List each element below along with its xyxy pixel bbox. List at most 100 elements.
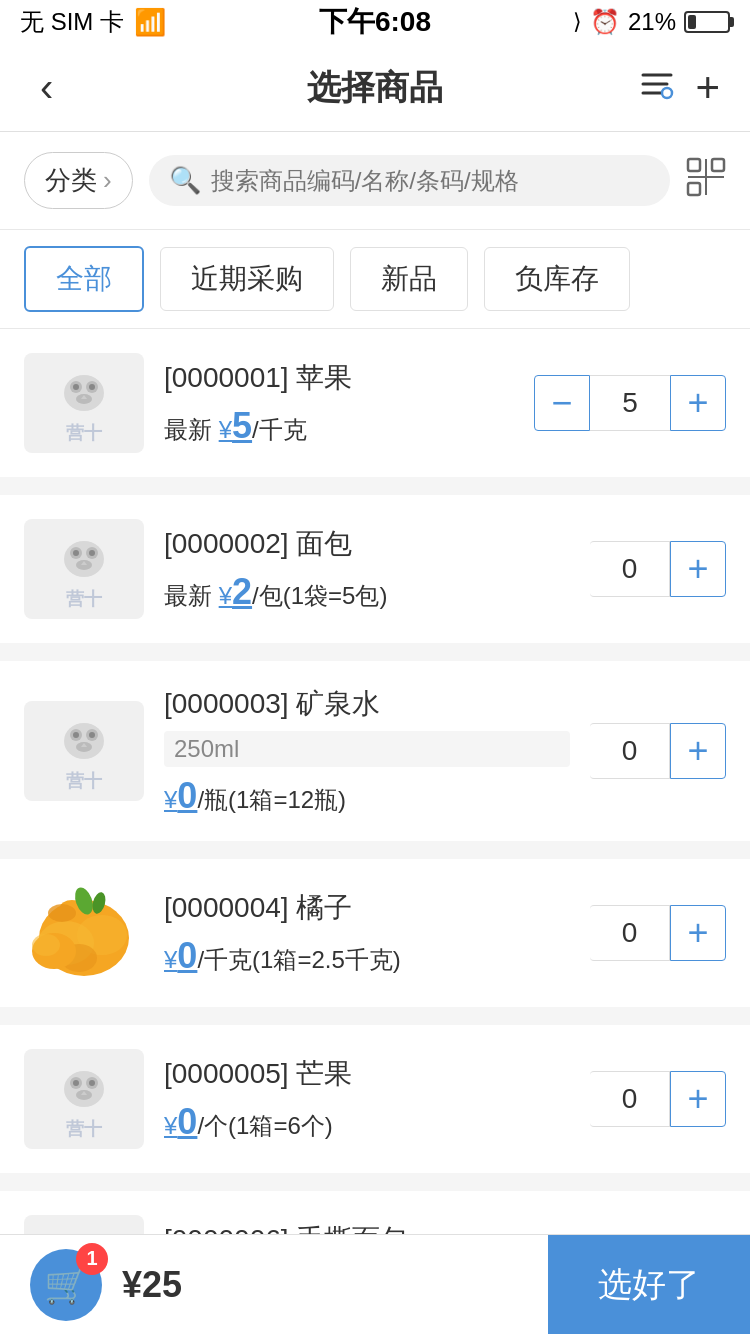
svg-point-43 — [73, 1080, 79, 1086]
filter-bar: 分类 › 🔍 — [0, 132, 750, 230]
add-button[interactable]: + — [695, 64, 720, 112]
svg-point-39 — [32, 934, 60, 956]
product-price-2: 最新 ¥2/包(1袋=5包) — [164, 571, 570, 613]
product-item-1: 营十 [0000001] 苹果 最新 ¥5/千克 − + — [0, 329, 750, 477]
increase-button-1[interactable]: + — [670, 375, 726, 431]
tab-all[interactable]: 全部 — [24, 246, 144, 312]
increase-button-2[interactable]: + — [670, 541, 726, 597]
product-info-4: [0000004] 橘子 ¥0/千克(1箱=2.5千克) — [164, 889, 570, 977]
product-info-5: [0000005] 芒果 ¥0/个(1箱=6个) — [164, 1055, 570, 1143]
search-input[interactable] — [211, 167, 650, 195]
owl-logo-icon-2 — [54, 527, 114, 587]
product-item-3: 营十 [0000003] 矿泉水 250ml ¥0/瓶(1箱=12瓶) + — [0, 661, 750, 841]
product-item-2: 营十 [0000002] 面包 最新 ¥2/包(1袋=5包) + — [0, 495, 750, 643]
quantity-input-2[interactable] — [590, 541, 670, 597]
scan-icon[interactable] — [686, 157, 726, 205]
increase-button-4[interactable]: + — [670, 905, 726, 961]
svg-point-20 — [89, 550, 95, 556]
product-name-2: [0000002] 面包 — [164, 525, 570, 563]
svg-point-12 — [73, 384, 79, 390]
owl-logo-icon — [54, 361, 114, 421]
back-button[interactable]: ‹ — [30, 55, 63, 120]
owl-logo-icon-5 — [54, 1057, 114, 1117]
svg-rect-5 — [712, 159, 724, 171]
tab-recent-purchase[interactable]: 近期采购 — [160, 247, 334, 311]
status-time: 下午6:08 — [319, 3, 431, 41]
product-image-4 — [24, 883, 144, 983]
tab-new[interactable]: 新品 — [350, 247, 468, 311]
product-image-5: 营十 — [24, 1049, 144, 1149]
tab-bar: 全部 近期采购 新品 负库存 — [0, 230, 750, 329]
category-label: 分类 — [45, 163, 97, 198]
product-controls-2: + — [590, 541, 726, 597]
battery-percent: 21% — [628, 8, 676, 36]
product-controls-3: + — [590, 723, 726, 779]
product-name-5: [0000005] 芒果 — [164, 1055, 570, 1093]
confirm-button[interactable]: 选好了 — [548, 1235, 750, 1334]
orange-fruit-image — [24, 883, 144, 983]
decrease-button-1[interactable]: − — [534, 375, 590, 431]
product-controls-1: − + — [534, 375, 726, 431]
svg-point-13 — [89, 384, 95, 390]
owl-logo-icon-3 — [54, 709, 114, 769]
product-price-5: ¥0/个(1箱=6个) — [164, 1101, 570, 1143]
svg-point-3 — [662, 88, 672, 98]
nav-right-actions: + — [639, 64, 720, 112]
status-bar: 无 SIM 卡 📶 下午6:08 ⟩ ⏰ 21% — [0, 0, 750, 44]
quantity-input-1[interactable] — [590, 375, 670, 431]
product-name-1: [0000001] 苹果 — [164, 359, 514, 397]
cart-section: 1 🛒 ¥25 — [0, 1249, 548, 1321]
page-title: 选择商品 — [307, 65, 443, 111]
cart-total: ¥25 — [122, 1264, 182, 1306]
product-controls-5: + — [590, 1071, 726, 1127]
svg-point-35 — [48, 904, 76, 922]
product-name-3: [0000003] 矿泉水 — [164, 685, 570, 723]
quantity-input-3[interactable] — [590, 723, 670, 779]
product-spec-3: 250ml — [164, 731, 570, 767]
category-button[interactable]: 分类 › — [24, 152, 133, 209]
product-list: 营十 [0000001] 苹果 最新 ¥5/千克 − + — [0, 329, 750, 1334]
tab-negative-stock[interactable]: 负库存 — [484, 247, 630, 311]
product-item-5: 营十 [0000005] 芒果 ¥0/个(1箱=6个) + — [0, 1025, 750, 1173]
product-info-2: [0000002] 面包 最新 ¥2/包(1袋=5包) — [164, 525, 570, 613]
svg-rect-4 — [688, 159, 700, 171]
increase-button-5[interactable]: + — [670, 1071, 726, 1127]
location-icon: ⟩ — [573, 9, 582, 35]
status-left: 无 SIM 卡 📶 — [20, 6, 166, 38]
cart-icon-button[interactable]: 1 🛒 — [30, 1249, 102, 1321]
search-box: 🔍 — [149, 155, 670, 206]
product-price-4: ¥0/千克(1箱=2.5千克) — [164, 935, 570, 977]
product-image-2: 营十 — [24, 519, 144, 619]
svg-point-19 — [73, 550, 79, 556]
svg-point-27 — [89, 732, 95, 738]
svg-rect-6 — [688, 183, 700, 195]
svg-point-16 — [64, 541, 104, 577]
product-info-3: [0000003] 矿泉水 250ml ¥0/瓶(1箱=12瓶) — [164, 685, 570, 817]
svg-point-44 — [89, 1080, 95, 1086]
search-icon: 🔍 — [169, 165, 201, 196]
filter-icon[interactable] — [639, 67, 675, 109]
product-item-4: [0000004] 橘子 ¥0/千克(1箱=2.5千克) + — [0, 859, 750, 1007]
increase-button-3[interactable]: + — [670, 723, 726, 779]
alarm-icon: ⏰ — [590, 8, 620, 36]
product-price-1: 最新 ¥5/千克 — [164, 405, 514, 447]
product-name-4: [0000004] 橘子 — [164, 889, 570, 927]
quantity-input-4[interactable] — [590, 905, 670, 961]
product-controls-4: + — [590, 905, 726, 961]
svg-point-40 — [64, 1071, 104, 1107]
svg-point-26 — [73, 732, 79, 738]
category-chevron: › — [103, 165, 112, 196]
battery-icon — [684, 11, 730, 33]
cart-badge: 1 — [76, 1243, 108, 1275]
product-image-3: 营十 — [24, 701, 144, 801]
carrier-label: 无 SIM 卡 — [20, 6, 124, 38]
product-info-1: [0000001] 苹果 最新 ¥5/千克 — [164, 359, 514, 447]
bottom-bar: 1 🛒 ¥25 选好了 — [0, 1234, 750, 1334]
quantity-input-5[interactable] — [590, 1071, 670, 1127]
product-image-1: 营十 — [24, 353, 144, 453]
svg-point-9 — [64, 375, 104, 411]
product-price-3: ¥0/瓶(1箱=12瓶) — [164, 775, 570, 817]
status-right: ⟩ ⏰ 21% — [573, 8, 730, 36]
nav-bar: ‹ 选择商品 + — [0, 44, 750, 132]
wifi-icon: 📶 — [134, 7, 166, 38]
